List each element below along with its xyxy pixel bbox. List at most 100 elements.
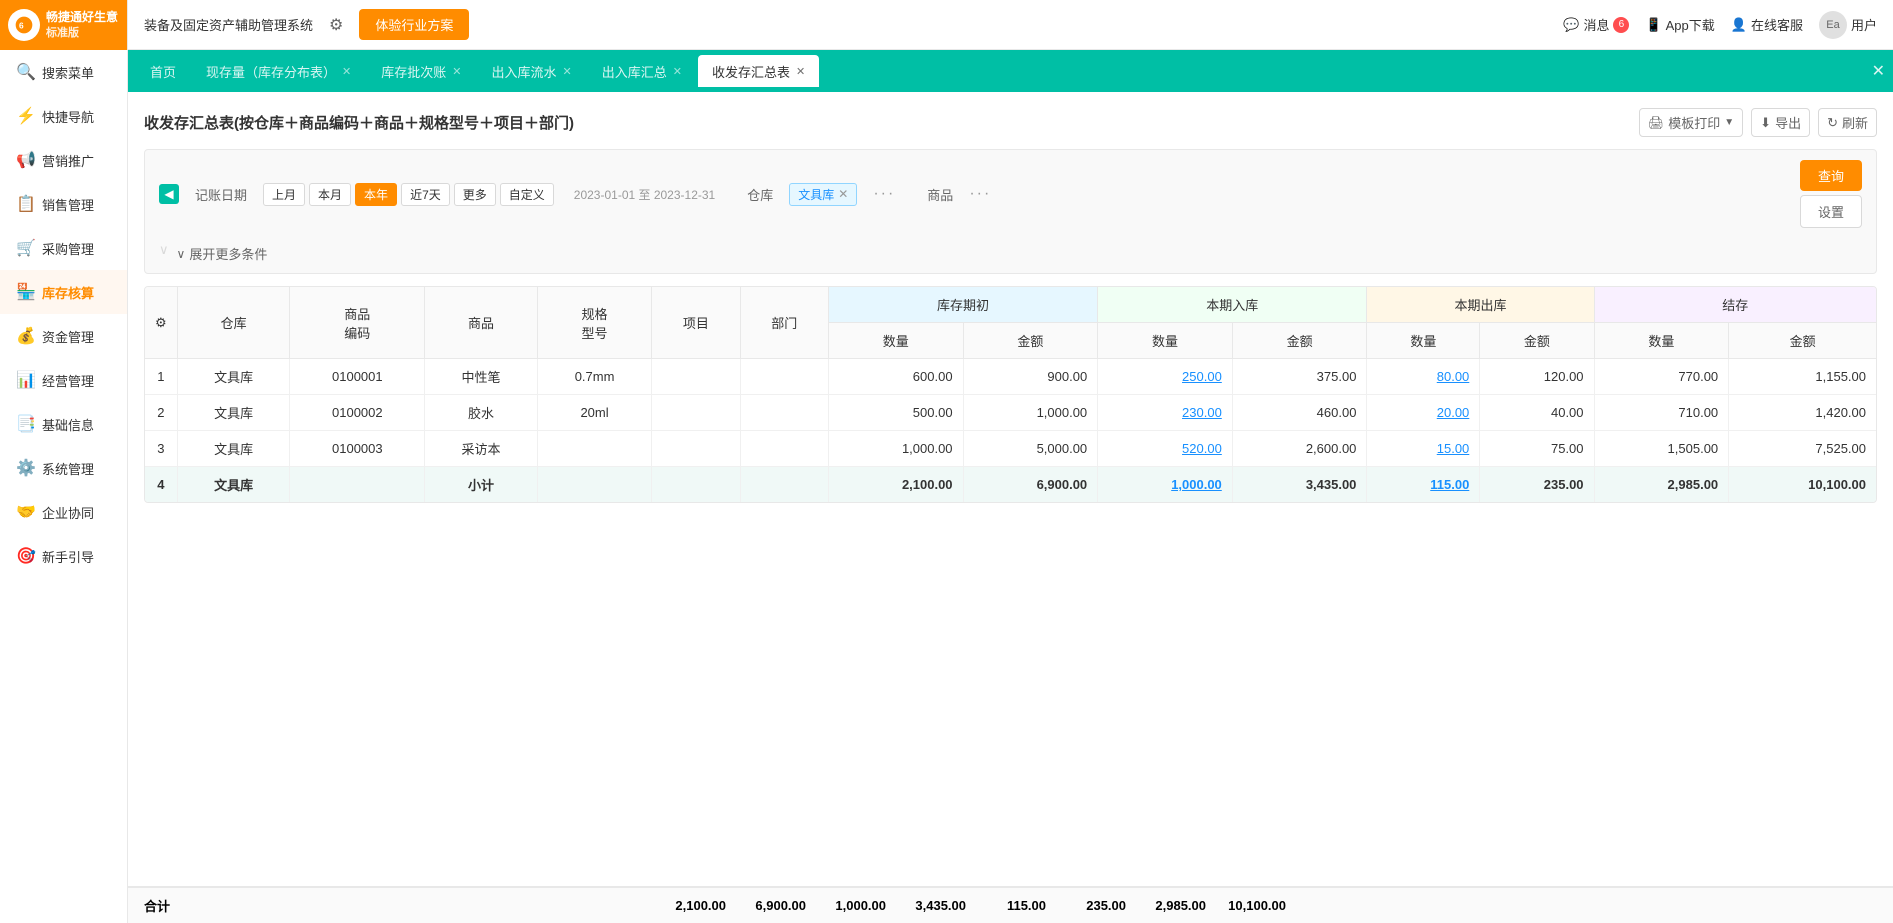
message-icon: 💬 [1563, 17, 1579, 33]
warehouse-tag-remove[interactable]: ✕ [838, 187, 848, 201]
filter-collapse-btn[interactable]: ◀ [159, 184, 179, 204]
table-cell: 4 [145, 467, 177, 503]
date-btn-this-year[interactable]: 本年 [355, 183, 397, 206]
table-cell [740, 359, 828, 395]
table-cell: 采访本 [425, 431, 538, 467]
date-btn-more[interactable]: 更多 [454, 183, 496, 206]
refresh-btn[interactable]: ↻ 刷新 [1818, 108, 1877, 137]
user-btn[interactable]: Ea 用户 [1819, 11, 1877, 39]
table-cell: 460.00 [1232, 395, 1367, 431]
sidebar-item-finance[interactable]: 💰资金管理 [0, 314, 127, 358]
table-cell: 2,985.00 [1594, 467, 1729, 503]
table-cell[interactable]: 230.00 [1098, 395, 1233, 431]
top-header: 装备及固定资产辅助管理系统 ⚙ 体验行业方案 💬 消息 6 📱 App下载 👤 … [128, 0, 1893, 50]
table-cell[interactable]: 1,000.00 [1098, 467, 1233, 503]
svg-text:6: 6 [19, 20, 24, 30]
th-in-amt: 金额 [1232, 323, 1367, 359]
app-download-btn[interactable]: 📱 App下载 [1645, 15, 1714, 34]
sidebar-label-sales: 销售管理 [42, 195, 94, 214]
sidebar-item-basic-info[interactable]: 📑基础信息 [0, 402, 127, 446]
sidebar-label-marketing: 营销推广 [42, 151, 94, 170]
purchase-icon: 🛒 [16, 238, 34, 258]
table-cell[interactable]: 250.00 [1098, 359, 1233, 395]
tab-close-inventory-dist[interactable]: ✕ [342, 65, 351, 78]
table-cell[interactable]: 15.00 [1367, 431, 1480, 467]
tab-inout-summary[interactable]: 出入库汇总✕ [588, 55, 696, 87]
tab-close-batch[interactable]: ✕ [452, 65, 461, 78]
table-cell [740, 467, 828, 503]
tab-close-stock-summary[interactable]: ✕ [796, 65, 805, 78]
table-cell: 0100001 [290, 359, 425, 395]
date-btn-last-month[interactable]: 上月 [263, 183, 305, 206]
th-open-qty: 数量 [828, 323, 963, 359]
th-project: 项目 [652, 287, 740, 359]
th-open-amt: 金额 [963, 323, 1098, 359]
sidebar-item-business[interactable]: 📊经营管理 [0, 358, 127, 402]
sidebar-item-quick-nav[interactable]: ⚡快捷导航 [0, 94, 127, 138]
table-cell: 3,435.00 [1232, 467, 1367, 503]
message-btn[interactable]: 💬 消息 6 [1563, 15, 1629, 34]
sidebar-label-guide: 新手引导 [42, 547, 94, 566]
table-cell[interactable]: 520.00 [1098, 431, 1233, 467]
date-btn-this-month[interactable]: 本月 [309, 183, 351, 206]
tab-stock-summary[interactable]: 收发存汇总表✕ [698, 55, 819, 87]
sidebar-item-enterprise[interactable]: 🤝企业协同 [0, 490, 127, 534]
tab-home[interactable]: 首页 [136, 55, 190, 87]
th-bal-amt: 金额 [1729, 323, 1876, 359]
tab-close-inout-flow[interactable]: ✕ [563, 65, 572, 78]
tab-inout-flow[interactable]: 出入库流水✕ [477, 55, 585, 87]
business-icon: 📊 [16, 370, 34, 390]
filter-settings-btn[interactable]: 设置 [1800, 195, 1862, 228]
industry-btn[interactable]: 体验行业方案 [359, 9, 469, 40]
table-cell: 500.00 [828, 395, 963, 431]
table-cell: 6,900.00 [963, 467, 1098, 503]
tab-batch[interactable]: 库存批次账✕ [367, 55, 475, 87]
date-btn-custom[interactable]: 自定义 [500, 183, 554, 206]
table-cell [652, 431, 740, 467]
warehouse-filter-label: 仓库 [747, 185, 773, 204]
date-btn-7days[interactable]: 近7天 [401, 183, 450, 206]
sidebar-item-system[interactable]: ⚙️系统管理 [0, 446, 127, 490]
sidebar-item-search[interactable]: 🔍搜索菜单 [0, 50, 127, 94]
table-row: 1文具库0100001中性笔0.7mm600.00900.00250.00375… [145, 359, 1876, 395]
table-cell: 0100003 [290, 431, 425, 467]
table-cell[interactable]: 20.00 [1367, 395, 1480, 431]
table-cell: 7,525.00 [1729, 431, 1876, 467]
print-btn[interactable]: 🖨 模板打印 ▼ [1639, 108, 1743, 137]
sidebar-item-marketing[interactable]: 📢营销推广 [0, 138, 127, 182]
th-warehouse: 仓库 [177, 287, 290, 359]
close-all-tabs-btn[interactable]: ✕ [1872, 61, 1885, 81]
tab-label-inventory-dist: 现存量（库存分布表） [206, 62, 336, 81]
th-out-qty: 数量 [1367, 323, 1480, 359]
chevron-down-icon: ▼ [1724, 117, 1734, 128]
th-out: 本期出库 [1367, 287, 1594, 323]
inventory-icon: 🏪 [16, 282, 34, 302]
product-filter-dots[interactable]: ··· [969, 185, 991, 203]
query-btn[interactable]: 查询 [1800, 160, 1862, 191]
table-cell [537, 467, 651, 503]
sidebar-logo: 6 畅捷通好生意 标准版 [0, 0, 127, 50]
tab-close-inout-summary[interactable]: ✕ [673, 65, 682, 78]
table-cell: 900.00 [963, 359, 1098, 395]
tab-inventory-dist[interactable]: 现存量（库存分布表） ✕ [192, 55, 365, 87]
th-opening: 库存期初 [828, 287, 1097, 323]
online-service-btn[interactable]: 👤 在线客服 [1731, 15, 1803, 34]
basic-info-icon: 📑 [16, 414, 34, 434]
settings-icon-btn[interactable]: ⚙ [329, 15, 343, 35]
export-btn[interactable]: ⬇ 导出 [1751, 108, 1810, 137]
sidebar-item-sales[interactable]: 📋销售管理 [0, 182, 127, 226]
system-title: 装备及固定资产辅助管理系统 [144, 15, 313, 34]
table-cell: 1,505.00 [1594, 431, 1729, 467]
warehouse-tag[interactable]: 文具库 ✕ [789, 183, 857, 206]
table-cell: 文具库 [177, 395, 290, 431]
th-product: 商品 [425, 287, 538, 359]
sidebar: 6 畅捷通好生意 标准版 🔍搜索菜单⚡快捷导航📢营销推广📋销售管理🛒采购管理 🏪 库… [0, 0, 128, 923]
sidebar-label-inventory: 库存核算 [42, 283, 94, 302]
table-cell[interactable]: 115.00 [1367, 467, 1480, 503]
sidebar-item-guide[interactable]: 🎯新手引导 [0, 534, 127, 578]
table-cell[interactable]: 80.00 [1367, 359, 1480, 395]
warehouse-filter-dots[interactable]: ··· [873, 185, 895, 203]
sidebar-item-inventory[interactable]: 🏪 库存核算 [0, 270, 127, 314]
expand-conditions-btn[interactable]: ∨ 展开更多条件 [177, 244, 268, 263]
sidebar-item-purchase[interactable]: 🛒采购管理 [0, 226, 127, 270]
